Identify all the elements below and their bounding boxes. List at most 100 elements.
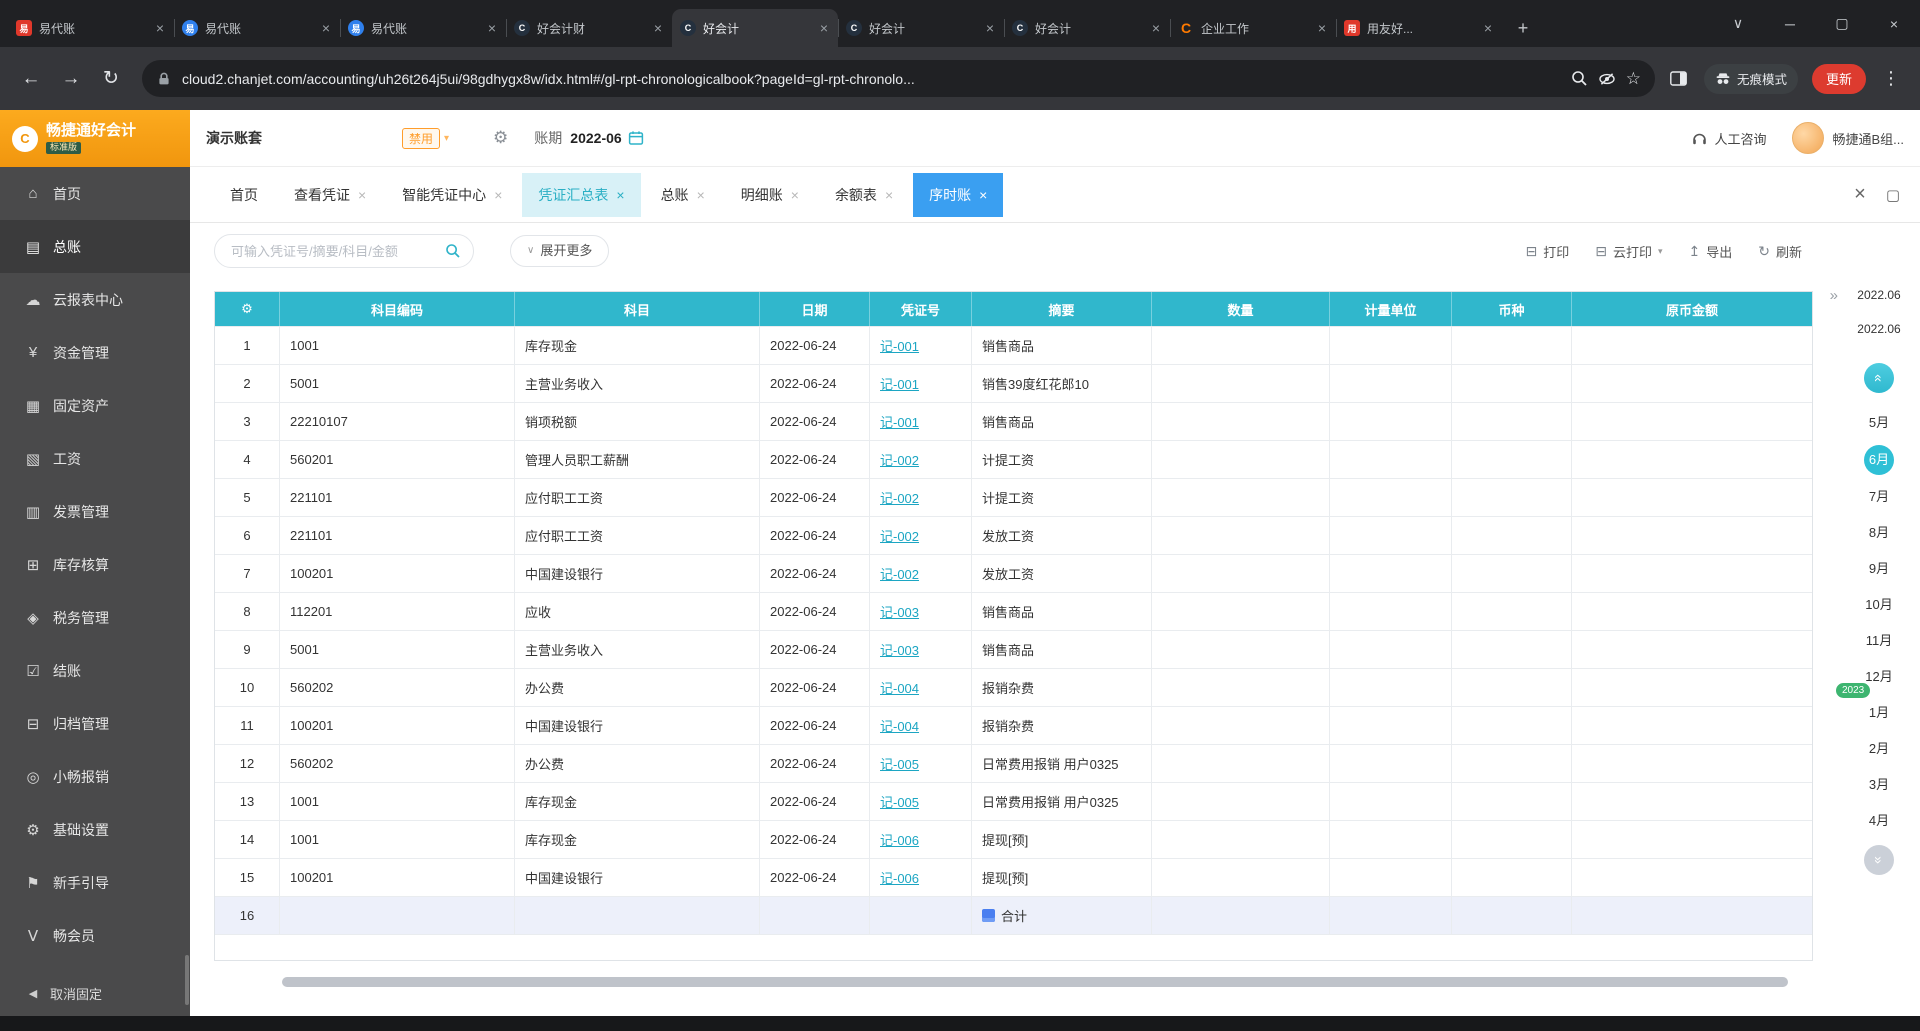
voucher-link[interactable]: 记-006 <box>880 830 919 849</box>
sidebar-scrollbar[interactable] <box>185 955 189 1005</box>
table-row[interactable]: 16 合计 <box>215 896 1812 934</box>
sidebar-item-closing[interactable]: ☑ 结账 <box>0 644 190 697</box>
tab-close-icon[interactable]: × <box>652 20 664 36</box>
fullscreen-icon[interactable]: ▢ <box>1886 186 1900 204</box>
tab-close-icon[interactable]: × <box>1316 20 1328 36</box>
close-all-tabs-icon[interactable]: × <box>1854 183 1866 206</box>
maximize-button[interactable]: ▢ <box>1816 0 1868 47</box>
app-tab[interactable]: 首页 <box>214 173 274 217</box>
voucher-link[interactable]: 记-002 <box>880 564 919 583</box>
side-panel-icon[interactable] <box>1669 69 1688 88</box>
account-settings-gear-icon[interactable]: ⚙ <box>493 128 508 148</box>
browser-tab[interactable]: C 好会计 × <box>838 9 1004 47</box>
minimize-button[interactable]: ─ <box>1764 0 1816 47</box>
app-tab-close-icon[interactable]: × <box>358 173 366 217</box>
month-item[interactable]: 8月 <box>1862 519 1896 547</box>
search-icon[interactable] <box>445 243 461 259</box>
table-row[interactable]: 13 1001 库存现金 2022-06-24 记-005 日常费用报销 用户0325 <box>215 782 1812 820</box>
app-tab[interactable]: 智能凭证中心 × <box>386 173 518 217</box>
tab-close-icon[interactable]: × <box>984 20 996 36</box>
table-row[interactable]: 12 560202 办公费 2022-06-24 记-005 日常费用报销 用户0325 <box>215 744 1812 782</box>
badge-caret-icon[interactable]: ▾ <box>444 133 449 144</box>
browser-update-button[interactable]: 更新 <box>1811 63 1866 94</box>
tab-close-icon[interactable]: × <box>818 20 830 36</box>
export-button[interactable]: ↥ 导出 <box>1689 242 1733 261</box>
table-row[interactable]: 10 560202 办公费 2022-06-24 记-004 报销杂费 <box>215 668 1812 706</box>
account-set-name[interactable]: 演示账套 <box>206 128 262 148</box>
voucher-link[interactable]: 记-003 <box>880 640 919 659</box>
app-tab[interactable]: 明细账 × <box>725 173 815 217</box>
eye-slash-icon[interactable] <box>1598 70 1616 88</box>
table-row[interactable]: 4 560201 管理人员职工薪酬 2022-06-24 记-002 计提工资 <box>215 440 1812 478</box>
voucher-link[interactable]: 记-001 <box>880 374 919 393</box>
app-tab-close-icon[interactable]: × <box>885 173 893 217</box>
refresh-button[interactable]: ↻ 刷新 <box>1758 242 1802 261</box>
browser-tab[interactable]: C 好会计 × <box>672 9 838 47</box>
voucher-link[interactable]: 记-002 <box>880 526 919 545</box>
browser-tab[interactable]: 用用友好... × <box>1336 9 1502 47</box>
app-tab-close-icon[interactable]: × <box>697 173 705 217</box>
scroll-months-down-button[interactable]: » <box>1864 845 1894 875</box>
tab-search-chevron-icon[interactable]: ∨ <box>1712 0 1764 47</box>
voucher-link[interactable]: 记-001 <box>880 336 919 355</box>
month-item[interactable]: 10月 <box>1862 591 1896 619</box>
app-tab-close-icon[interactable]: × <box>616 173 624 217</box>
cloud-print-button[interactable]: ⊟ 云打印 ▾ <box>1595 242 1662 261</box>
zoom-icon[interactable] <box>1571 70 1588 87</box>
browser-tab[interactable]: 易易代账 × <box>174 9 340 47</box>
table-row[interactable]: 15 100201 中国建设银行 2022-06-24 记-006 提现[预] <box>215 858 1812 896</box>
sidebar-item-reimburse[interactable]: ◎ 小畅报销 <box>0 750 190 803</box>
tab-close-icon[interactable]: × <box>320 20 332 36</box>
browser-menu-icon[interactable]: ⋮ <box>1876 68 1906 89</box>
month-item[interactable]: 3月 <box>1862 771 1896 799</box>
table-row[interactable]: 14 1001 库存现金 2022-06-24 记-006 提现[预] <box>215 820 1812 858</box>
browser-tab[interactable]: 易易代账 × <box>8 9 174 47</box>
scroll-months-up-button[interactable]: « <box>1864 363 1894 393</box>
collapse-month-panel-icon[interactable]: » <box>1830 287 1838 304</box>
table-row[interactable]: 6 221101 应付职工工资 2022-06-24 记-002 发放工资 <box>215 516 1812 554</box>
sidebar-item-inventory[interactable]: ⊞ 库存核算 <box>0 538 190 591</box>
sidebar-item-tax[interactable]: ◈ 税务管理 <box>0 591 190 644</box>
voucher-link[interactable]: 记-005 <box>880 792 919 811</box>
table-row[interactable]: 3 22210107 销项税额 2022-06-24 记-001 销售商品 <box>215 402 1812 440</box>
forward-button[interactable]: → <box>54 62 88 96</box>
sidebar-item-ledger[interactable]: ▤ 总账 <box>0 220 190 273</box>
month-item[interactable]: 6月 <box>1864 445 1894 475</box>
address-bar[interactable]: cloud2.chanjet.com/accounting/uh26t264j5… <box>142 60 1655 97</box>
unpin-sidebar-button[interactable]: ◀ 取消固定 <box>0 970 190 1016</box>
user-avatar[interactable] <box>1792 122 1825 154</box>
app-tab[interactable]: 序时账 × <box>913 172 1004 217</box>
tab-close-icon[interactable]: × <box>154 20 166 36</box>
app-tab-close-icon[interactable]: × <box>494 173 502 217</box>
sidebar-item-guide[interactable]: ⚑ 新手引导 <box>0 856 190 909</box>
voucher-link[interactable]: 记-003 <box>880 602 919 621</box>
table-row[interactable]: 11 100201 中国建设银行 2022-06-24 记-004 报销杂费 <box>215 706 1812 744</box>
app-tab-close-icon[interactable]: × <box>791 173 799 217</box>
month-item[interactable]: 1月 <box>1862 699 1896 727</box>
reload-button[interactable]: ↻ <box>94 62 128 96</box>
tab-close-icon[interactable]: × <box>486 20 498 36</box>
voucher-link[interactable]: 记-001 <box>880 412 919 431</box>
print-button[interactable]: ⊟ 打印 <box>1525 242 1569 261</box>
sidebar-item-payroll[interactable]: ▧ 工资 <box>0 432 190 485</box>
horizontal-scrollbar-thumb[interactable] <box>282 977 1788 987</box>
sidebar-item-fixed-assets[interactable]: ▦ 固定资产 <box>0 379 190 432</box>
calendar-icon[interactable] <box>628 130 644 146</box>
sidebar-item-settings[interactable]: ⚙ 基础设置 <box>0 803 190 856</box>
browser-tab[interactable]: 易易代账 × <box>340 9 506 47</box>
tab-close-icon[interactable]: × <box>1482 20 1494 36</box>
app-tab[interactable]: 凭证汇总表 × <box>522 172 641 217</box>
month-item[interactable]: 4月 <box>1862 807 1896 835</box>
voucher-link[interactable]: 记-002 <box>880 450 919 469</box>
app-tab[interactable]: 查看凭证 × <box>278 173 382 217</box>
close-window-button[interactable]: × <box>1868 0 1920 47</box>
voucher-link[interactable]: 记-002 <box>880 488 919 507</box>
month-item[interactable]: 7月 <box>1862 483 1896 511</box>
table-row[interactable]: 8 112201 应收 2022-06-24 记-003 销售商品 <box>215 592 1812 630</box>
sidebar-item-member[interactable]: Ⅴ 畅会员 <box>0 909 190 962</box>
bookmark-star-icon[interactable]: ☆ <box>1626 69 1641 89</box>
table-row[interactable]: 9 5001 主营业务收入 2022-06-24 记-003 销售商品 <box>215 630 1812 668</box>
month-item[interactable]: 11月 <box>1862 627 1896 655</box>
voucher-link[interactable]: 记-004 <box>880 716 919 735</box>
sidebar-item-home[interactable]: ⌂ 首页 <box>0 167 190 220</box>
